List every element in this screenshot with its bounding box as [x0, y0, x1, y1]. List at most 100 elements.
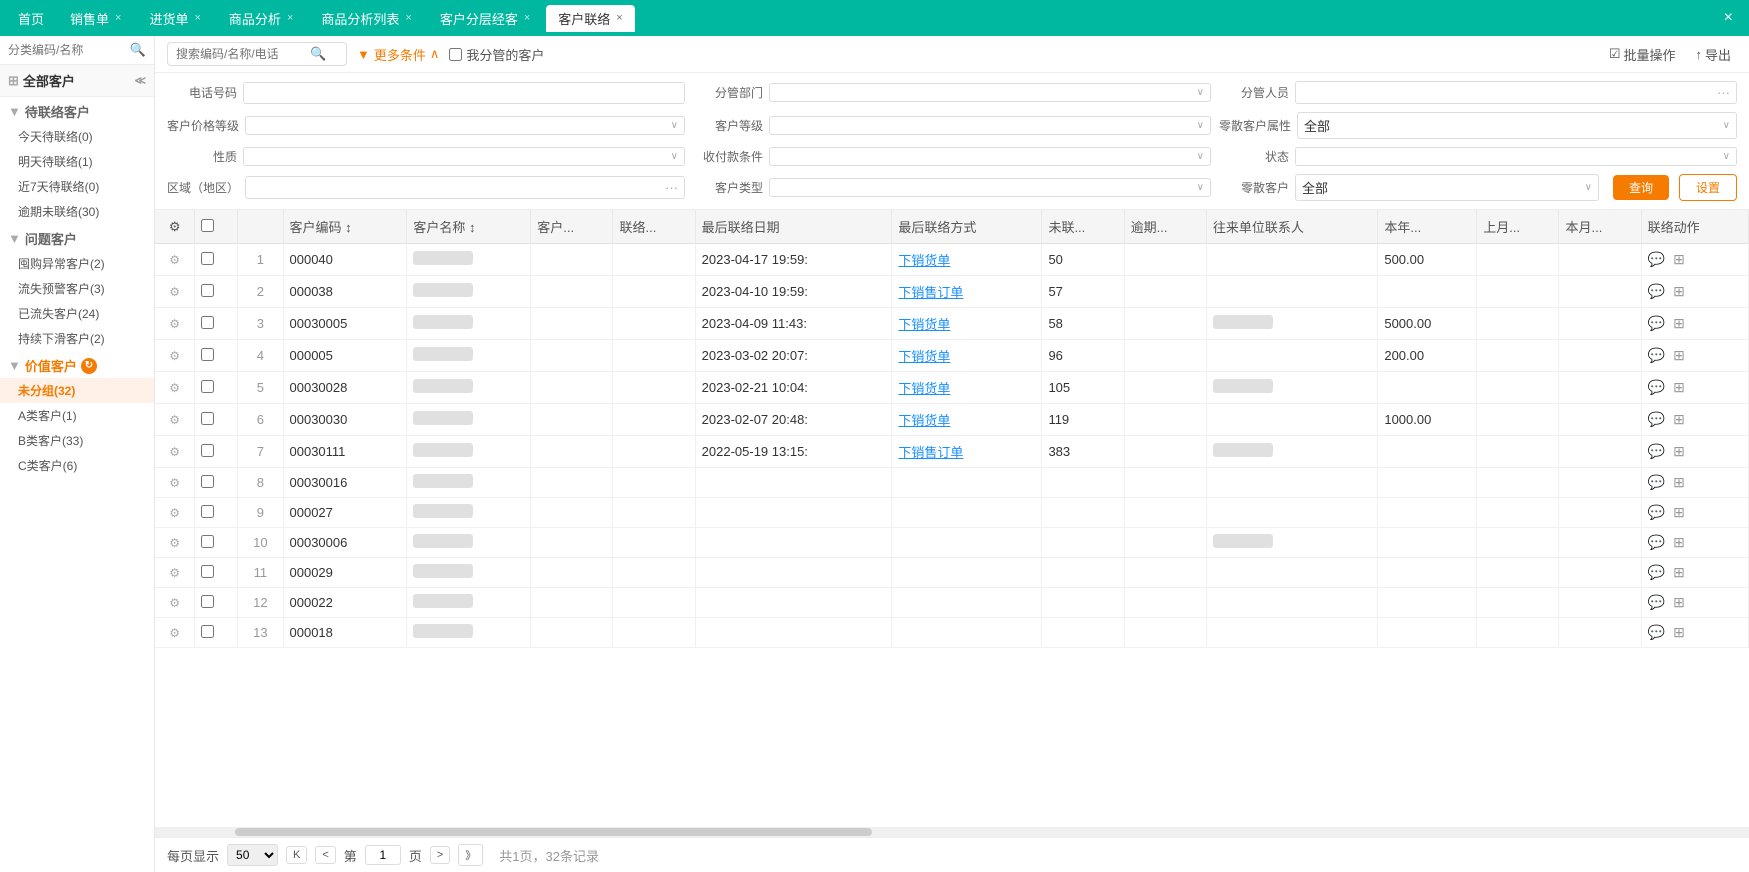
chat-icon[interactable]: 💬 — [1648, 534, 1665, 551]
nav-tab-purchase[interactable]: 进货单 × — [137, 5, 212, 32]
row-checkbox[interactable] — [201, 444, 214, 457]
all-customers-header[interactable]: ⊞ 全部客户 ≪ — [0, 65, 154, 97]
row-checkbox[interactable] — [201, 475, 214, 488]
search-input[interactable] — [176, 47, 306, 61]
grid-icon[interactable]: ⊞ — [1673, 594, 1685, 611]
row-settings[interactable]: ⚙ — [155, 340, 195, 372]
row-gear-icon[interactable]: ⚙ — [169, 566, 180, 580]
row-settings[interactable]: ⚙ — [155, 528, 195, 558]
chat-icon[interactable]: 💬 — [1648, 379, 1665, 396]
row-settings[interactable]: ⚙ — [155, 618, 195, 648]
sidebar-item-today[interactable]: 今天待联络(0) — [0, 124, 154, 149]
select-all-checkbox[interactable] — [201, 219, 214, 232]
contact-method-link[interactable]: 下销货单 — [898, 317, 950, 332]
this-year-col-header[interactable]: 本年... — [1378, 210, 1477, 244]
region-select[interactable]: ··· — [245, 176, 685, 199]
row-checkbox[interactable] — [201, 380, 214, 393]
grid-icon[interactable]: ⊞ — [1673, 379, 1685, 396]
page-size-select[interactable]: 50 20 100 — [227, 844, 278, 866]
row-settings[interactable]: ⚙ — [155, 498, 195, 528]
row-settings[interactable]: ⚙ — [155, 468, 195, 498]
grid-icon[interactable]: ⊞ — [1673, 347, 1685, 364]
grid-icon[interactable]: ⊞ — [1673, 624, 1685, 641]
prev-page-btn[interactable]: < — [315, 846, 335, 864]
row-gear-icon[interactable]: ⚙ — [169, 536, 180, 550]
dept-select[interactable]: ∨ — [769, 83, 1211, 102]
sidebar-item-churned[interactable]: 已流失客户(24) — [0, 301, 154, 326]
customer-type-select[interactable]: ∨ — [769, 178, 1211, 197]
chat-icon[interactable]: 💬 — [1648, 624, 1665, 641]
export-btn[interactable]: ↑ 导出 — [1689, 43, 1737, 66]
customer-grade-select[interactable]: ∨ — [769, 116, 1211, 135]
sidebar-item-7days[interactable]: 近7天待联络(0) — [0, 174, 154, 199]
reset-button[interactable]: 设置 — [1679, 174, 1737, 201]
first-page-btn[interactable]: K — [286, 846, 307, 864]
name-col-header[interactable]: 客户名称 ↕ — [407, 210, 531, 244]
not-contacted-col-header[interactable]: 未联... — [1042, 210, 1124, 244]
close-analysis-tab[interactable]: × — [287, 12, 293, 24]
grid-icon[interactable]: ⊞ — [1673, 315, 1685, 332]
window-close-btn[interactable]: × — [1716, 9, 1741, 27]
sidebar-item-tomorrow[interactable]: 明天待联络(1) — [0, 149, 154, 174]
last-contact-date-col-header[interactable]: 最后联络日期 — [695, 210, 892, 244]
page-number-input[interactable] — [365, 845, 401, 865]
batch-operation-btn[interactable]: ☑ 批量操作 — [1603, 43, 1682, 66]
row-gear-icon[interactable]: ⚙ — [169, 317, 180, 331]
close-customer-seg-tab[interactable]: × — [524, 12, 530, 24]
contact-method-link[interactable]: 下销货单 — [898, 413, 950, 428]
more-conditions-btn[interactable]: ▼ 更多条件 ∧ — [357, 45, 439, 64]
grid-icon[interactable]: ⊞ — [1673, 474, 1685, 491]
contact-method-link[interactable]: 下销售订单 — [898, 285, 963, 300]
row-gear-icon[interactable]: ⚙ — [169, 596, 180, 610]
row-settings[interactable]: ⚙ — [155, 558, 195, 588]
sidebar-item-overdue[interactable]: 逾期未联络(30) — [0, 199, 154, 224]
nav-tab-customer-seg[interactable]: 客户分层经客 × — [428, 5, 542, 32]
nav-tab-customer-contact[interactable]: 客户联络 × — [546, 5, 634, 32]
price-grade-select[interactable]: ∨ — [245, 116, 685, 135]
contact-col-header[interactable]: 联络... — [613, 210, 695, 244]
overdue-col-header[interactable]: 逾期... — [1124, 210, 1206, 244]
close-purchase-tab[interactable]: × — [194, 12, 200, 24]
row-checkbox[interactable] — [201, 252, 214, 265]
phone-input[interactable] — [243, 82, 685, 104]
nav-tab-analysis-list[interactable]: 商品分析列表 × — [309, 5, 423, 32]
type-col-header[interactable]: 客户... — [531, 210, 613, 244]
status-select[interactable]: ∨ — [1295, 147, 1737, 166]
row-settings[interactable]: ⚙ — [155, 276, 195, 308]
nav-tab-analysis[interactable]: 商品分析 × — [217, 5, 305, 32]
grid-icon[interactable]: ⊞ — [1673, 251, 1685, 268]
search-icon[interactable]: 🔍 — [310, 46, 326, 62]
my-customers-check[interactable] — [449, 48, 462, 61]
last-month-col-header[interactable]: 上月... — [1477, 210, 1559, 244]
checkbox-col-header[interactable] — [195, 210, 238, 244]
row-checkbox[interactable] — [201, 595, 214, 608]
chat-icon[interactable]: 💬 — [1648, 315, 1665, 332]
chat-icon[interactable]: 💬 — [1648, 411, 1665, 428]
sidebar-item-churn-warning[interactable]: 流失预警客户(3) — [0, 276, 154, 301]
contact-method-link[interactable]: 下销货单 — [898, 381, 950, 396]
next-page-btn[interactable]: > — [430, 846, 450, 864]
sidebar-item-class-a[interactable]: A类客户(1) — [0, 403, 154, 428]
nav-home[interactable]: 首页 — [8, 5, 54, 32]
refresh-icon[interactable]: ↻ — [81, 358, 97, 374]
row-settings[interactable]: ⚙ — [155, 404, 195, 436]
sidebar-search-input[interactable] — [8, 43, 126, 57]
row-gear-icon[interactable]: ⚙ — [169, 626, 180, 640]
row-gear-icon[interactable]: ⚙ — [169, 476, 180, 490]
chat-icon[interactable]: 💬 — [1648, 283, 1665, 300]
contact-method-link[interactable]: 下销货单 — [898, 349, 950, 364]
sidebar-item-unclassified[interactable]: 未分组(32) — [0, 378, 154, 403]
nav-tab-sales[interactable]: 销售单 × — [58, 5, 133, 32]
row-gear-icon[interactable]: ⚙ — [169, 285, 180, 299]
manager-more[interactable]: ··· — [1717, 85, 1730, 100]
chat-icon[interactable]: 💬 — [1648, 564, 1665, 581]
unit-contact-col-header[interactable]: 往来单位联系人 — [1206, 210, 1378, 244]
row-settings[interactable]: ⚙ — [155, 588, 195, 618]
sidebar-item-abnormal[interactable]: 囤购异常客户(2) — [0, 251, 154, 276]
settings-col-header[interactable]: ⚙ — [155, 210, 195, 244]
sidebar-item-class-c[interactable]: C类客户(6) — [0, 453, 154, 478]
grid-icon[interactable]: ⊞ — [1673, 443, 1685, 460]
manager-select[interactable]: ··· — [1295, 81, 1737, 104]
chat-icon[interactable]: 💬 — [1648, 594, 1665, 611]
horizontal-scrollbar[interactable] — [155, 827, 1749, 837]
